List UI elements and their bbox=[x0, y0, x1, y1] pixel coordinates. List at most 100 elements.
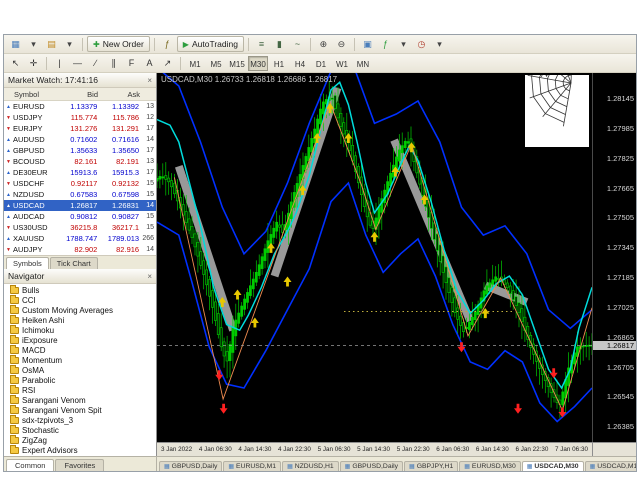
chart-tab-usdcad-m30[interactable]: ▦ USDCAD,M30 bbox=[521, 461, 584, 471]
horizontal-line-icon[interactable]: — bbox=[69, 55, 86, 71]
timeframes-icon[interactable]: ◷ bbox=[413, 36, 430, 52]
navigator-item-iexposure[interactable]: iExposure bbox=[4, 334, 156, 345]
market-watch-row-xauusd[interactable]: ▲ XAUUSD 1788.747 1789.013 266 bbox=[4, 233, 156, 244]
market-watch-row-audusd[interactable]: ▲ AUDUSD 0.71602 0.71616 14 bbox=[4, 134, 156, 145]
tab-favorites[interactable]: Favorites bbox=[55, 459, 105, 471]
navigator-item-osma[interactable]: OsMA bbox=[4, 364, 156, 375]
market-watch-row-usdjpy[interactable]: ▼ USDJPY 115.774 115.786 12 bbox=[4, 112, 156, 123]
timeframe-button-h1[interactable]: H1 bbox=[269, 56, 289, 71]
tab-tick-chart[interactable]: Tick Chart bbox=[49, 257, 98, 269]
line-chart-icon[interactable]: ~ bbox=[289, 36, 306, 52]
navigator-item-macd[interactable]: MACD bbox=[4, 344, 156, 355]
navigator-title: Navigator bbox=[8, 271, 45, 281]
arrows-tool-icon[interactable]: ↗ bbox=[159, 55, 176, 71]
up-arrow-icon bbox=[283, 276, 292, 287]
chart-tab-gbpusd-daily[interactable]: ▦ GBPUSD,Daily bbox=[339, 461, 404, 471]
symbol-cell: EURJPY bbox=[12, 124, 43, 133]
time-axis[interactable]: 3 Jan 2022 4 Jan 06:30 4 Jan 14:30 4 Jan 22… bbox=[157, 442, 592, 456]
tile-windows-icon[interactable]: ▣ bbox=[359, 36, 376, 52]
timeframe-button-w1[interactable]: W1 bbox=[332, 56, 352, 71]
navigator-item-sdx-tzpivots-3[interactable]: sdx-tzpivots_3 bbox=[4, 414, 156, 425]
column-header-symbol[interactable]: Symbol bbox=[4, 90, 59, 99]
tick-up-icon: ▲ bbox=[5, 169, 11, 176]
text-label-icon[interactable]: A bbox=[141, 55, 158, 71]
autotrading-button[interactable]: ▶ AutoTrading bbox=[176, 36, 244, 52]
spread-cell: 15 bbox=[146, 191, 155, 198]
indicators-dropdown-icon[interactable]: ▾ bbox=[395, 36, 412, 52]
timeframe-button-mn[interactable]: MN bbox=[353, 56, 373, 71]
trendline-icon[interactable]: ∕ bbox=[87, 55, 104, 71]
chart-tab-gbpjpy-h1[interactable]: ▦ GBPJPY,H1 bbox=[404, 461, 459, 471]
new-order-button[interactable]: ✚ New Order bbox=[87, 36, 150, 52]
navigator-item-cci[interactable]: CCI bbox=[4, 294, 156, 305]
navigator-item-label: iExposure bbox=[22, 335, 58, 345]
time-label: 3 Jan 2022 bbox=[161, 446, 193, 453]
chart-tab-eurusd-m1[interactable]: ▦ EURUSD,M1 bbox=[223, 461, 282, 471]
market-watch-row-eurusd[interactable]: ▲ EURUSD 1.13379 1.13392 13 bbox=[4, 101, 156, 112]
tab-common[interactable]: Common bbox=[6, 459, 55, 471]
toolbar-separator bbox=[153, 37, 155, 51]
market-watch-row-audjpy[interactable]: ▼ AUDJPY 82.902 82.916 14 bbox=[4, 244, 156, 255]
new-chart-dropdown-icon[interactable]: ▾ bbox=[25, 36, 42, 52]
navigator-item-rsi[interactable]: RSI bbox=[4, 384, 156, 395]
navigator-item-expert-advisors[interactable]: Expert Advisors bbox=[4, 444, 156, 455]
zoom-out-icon[interactable]: ⊖ bbox=[333, 36, 350, 52]
timeframe-button-m30[interactable]: M30 bbox=[248, 55, 268, 71]
market-watch-row-usdcad[interactable]: ▲ USDCAD 1.26817 1.26831 14 bbox=[4, 200, 156, 211]
market-watch-row-bcousd[interactable]: ▼ BCOUSD 82.161 82.191 13 bbox=[4, 156, 156, 167]
navigator-item-zigzag[interactable]: ZigZag bbox=[4, 434, 156, 445]
spread-cell: 15 bbox=[146, 213, 155, 220]
bar-chart-icon[interactable]: ≡ bbox=[253, 36, 270, 52]
navigator-item-custom-moving-averages[interactable]: Custom Moving Averages bbox=[4, 304, 156, 315]
market-watch-row-audcad[interactable]: ▲ AUDCAD 0.90812 0.90827 15 bbox=[4, 211, 156, 222]
navigator-item-bulls[interactable]: Bulls bbox=[4, 284, 156, 295]
profiles-icon[interactable]: ▤ bbox=[43, 36, 60, 52]
fibonacci-icon[interactable]: F bbox=[123, 55, 140, 71]
templates-dropdown-icon[interactable]: ▾ bbox=[431, 36, 448, 52]
candlestick-chart-icon[interactable]: ▮ bbox=[271, 36, 288, 52]
chart-tab-nzdusd-h1[interactable]: ▦ NZDUSD,H1 bbox=[282, 461, 339, 471]
indicators-icon[interactable]: ƒ bbox=[377, 36, 394, 52]
navigator-item-parabolic[interactable]: Parabolic bbox=[4, 374, 156, 385]
profiles-dropdown-icon[interactable]: ▾ bbox=[61, 36, 78, 52]
column-header-ask[interactable]: Ask bbox=[101, 90, 143, 99]
timeframe-button-m15[interactable]: M15 bbox=[227, 56, 247, 71]
bottom-bar: Common Favorites ▦ GBPUSD,Daily ▦ EURUSD,M1 ▦… bbox=[4, 456, 636, 471]
channel-icon[interactable]: ∥ bbox=[105, 55, 122, 71]
navigator-item-stochastic[interactable]: Stochastic bbox=[4, 424, 156, 435]
timeframe-button-h4[interactable]: H4 bbox=[290, 56, 310, 71]
market-watch-row-nzdusd[interactable]: ▲ NZDUSD 0.67583 0.67598 15 bbox=[4, 189, 156, 200]
chart-tab-gbpusd-daily[interactable]: ▦ GBPUSD,Daily bbox=[159, 461, 223, 471]
navigator-item-momentum[interactable]: Momentum bbox=[4, 354, 156, 365]
navigator-item-sarangani-venom[interactable]: Sarangani Venom bbox=[4, 394, 156, 405]
symbol-cell: USDCAD bbox=[12, 201, 45, 210]
timeframe-button-d1[interactable]: D1 bbox=[311, 56, 331, 71]
autotrading-play-icon: ▶ bbox=[182, 39, 189, 49]
expert-advisors-icon[interactable]: ƒ bbox=[159, 36, 176, 52]
close-icon[interactable]: × bbox=[147, 76, 152, 85]
close-icon[interactable]: × bbox=[147, 272, 152, 281]
market-watch-row-gbpusd[interactable]: ▲ GBPUSD 1.35633 1.35650 17 bbox=[4, 145, 156, 156]
folder-icon bbox=[10, 314, 19, 324]
chart-tab-eurusd-m30[interactable]: ▦ EURUSD,M30 bbox=[459, 461, 521, 471]
navigator-item-sarangani-venom-spit[interactable]: Sarangani Venom Spit bbox=[4, 404, 156, 415]
vertical-line-icon[interactable]: | bbox=[51, 55, 68, 71]
market-watch-row-de30eur[interactable]: ▲ DE30EUR 15913.6 15915.3 17 bbox=[4, 167, 156, 178]
column-header-bid[interactable]: Bid bbox=[59, 90, 101, 99]
timeframe-button-m1[interactable]: M1 bbox=[185, 56, 205, 71]
timeframe-button-m5[interactable]: M5 bbox=[206, 56, 226, 71]
market-watch-row-usdchf[interactable]: ▼ USDCHF 0.92117 0.92132 15 bbox=[4, 178, 156, 189]
market-watch-row-us30usd[interactable]: ▼ US30USD 36215.8 36217.1 15 bbox=[4, 222, 156, 233]
navigator-item-ichimoku[interactable]: Ichimoku bbox=[4, 324, 156, 335]
chart-tab-usdcad-m1[interactable]: ▦ USDCAD,M1 bbox=[584, 461, 636, 471]
crosshair-icon[interactable]: ✛ bbox=[25, 55, 42, 71]
new-chart-icon[interactable]: ▦ bbox=[7, 36, 24, 52]
tab-symbols[interactable]: Symbols bbox=[6, 257, 49, 269]
market-watch-row-eurjpy[interactable]: ▼ EURJPY 131.276 131.291 17 bbox=[4, 123, 156, 134]
zoom-in-icon[interactable]: ⊕ bbox=[315, 36, 332, 52]
chart-window[interactable]: USDCAD,M30 1.26733 1.26818 1.26686 1.268… bbox=[157, 73, 636, 456]
price-scale[interactable]: 1.28145 1.27985 1.27825 1.27665 1.27505 1.273… bbox=[592, 73, 636, 442]
navigator-item-heiken-ashi[interactable]: Heiken Ashi bbox=[4, 314, 156, 325]
chart-plot-area[interactable]: USDCAD,M30 1.26733 1.26818 1.26686 1.268… bbox=[157, 73, 592, 442]
cursor-icon[interactable]: ↖ bbox=[7, 55, 24, 71]
